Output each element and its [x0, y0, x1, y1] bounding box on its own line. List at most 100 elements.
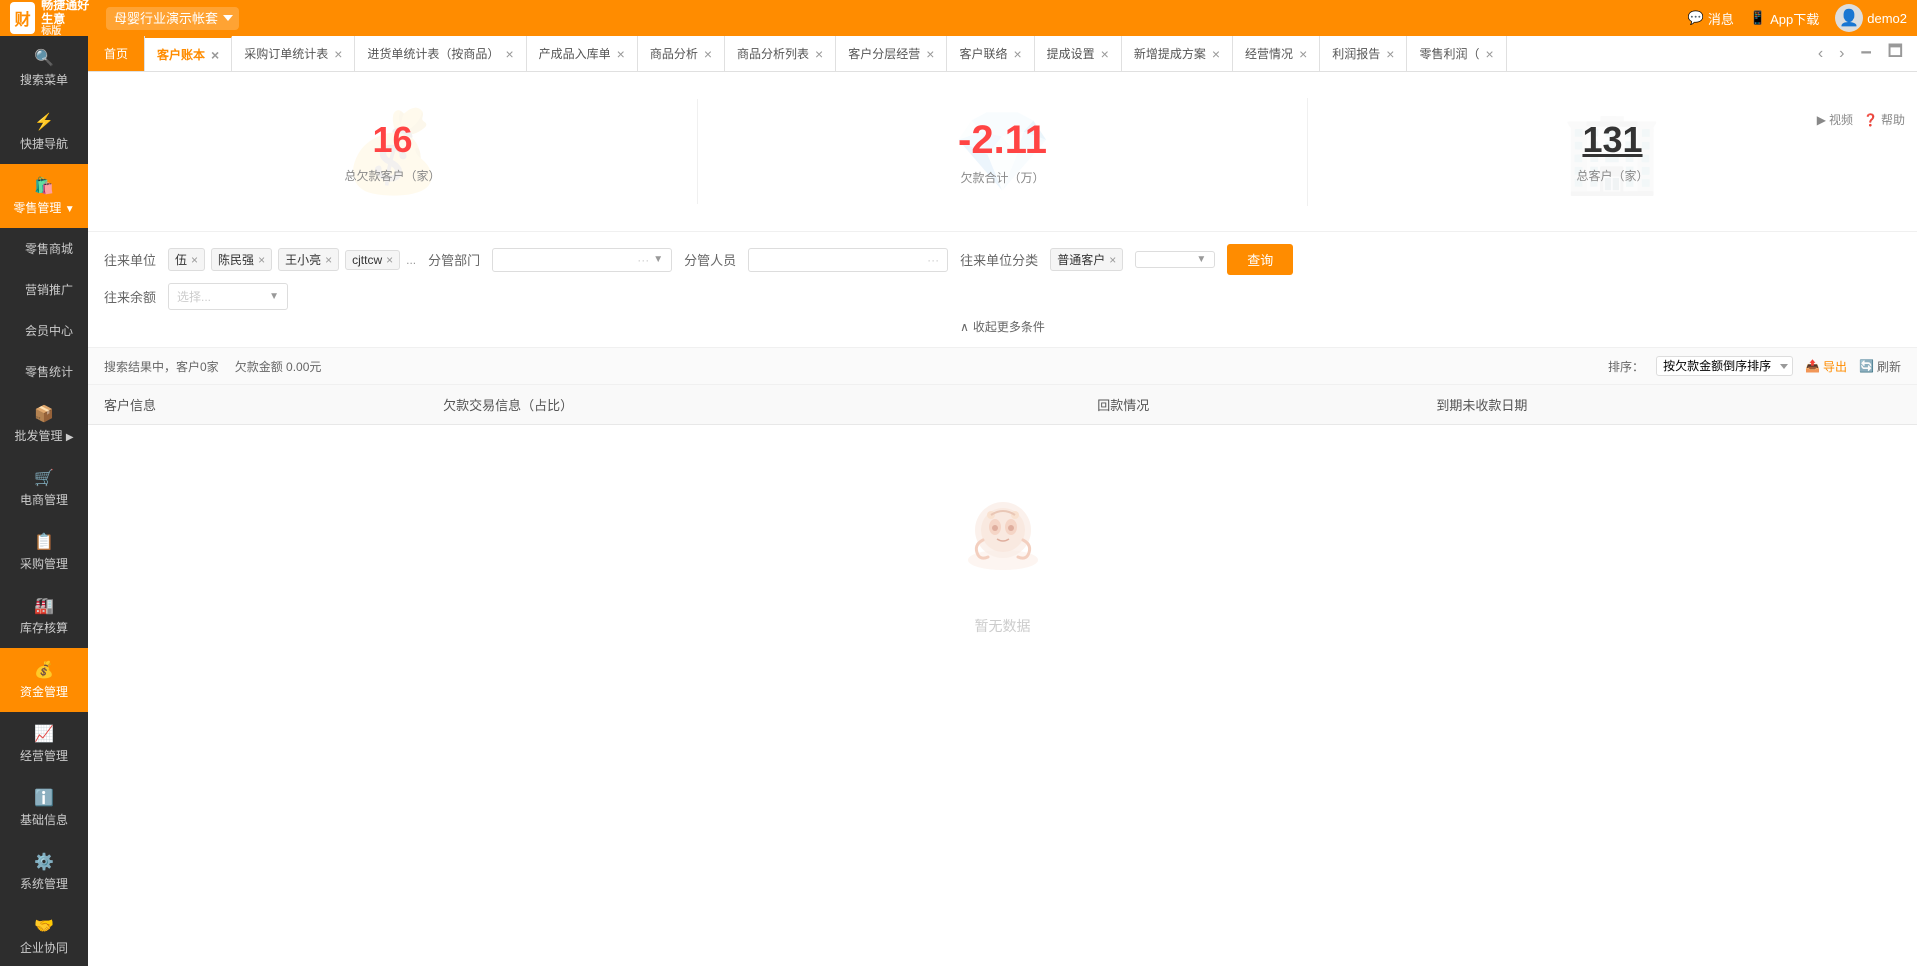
- category-tag-text: 普通客户: [1057, 251, 1105, 268]
- refresh-btn[interactable]: 🔄 刷新: [1859, 358, 1901, 375]
- person-selector[interactable]: ···: [748, 248, 948, 272]
- query-button[interactable]: 查询: [1227, 244, 1293, 275]
- tab-operations[interactable]: 经营情况 ×: [1233, 36, 1320, 72]
- avatar: 👤: [1835, 4, 1863, 32]
- operations-icon: 📈: [6, 724, 82, 744]
- unit-tag-cj-remove[interactable]: ×: [386, 253, 393, 267]
- tab-close-product-analysis-list[interactable]: ×: [815, 47, 823, 61]
- tab-close-purchase-stat[interactable]: ×: [505, 47, 513, 61]
- chevron-down-icon: ▼: [65, 204, 75, 215]
- sidebar-item-finance[interactable]: 💰 资金管理: [0, 648, 88, 712]
- sidebar-item-inventory[interactable]: 🏭 库存核算: [0, 584, 88, 648]
- tab-label-customer-book: 客户账本: [157, 46, 205, 63]
- user-menu[interactable]: 👤 demo2: [1835, 4, 1907, 32]
- tab-customer-contact[interactable]: 客户联络 ×: [947, 36, 1034, 72]
- sidebar-item-operations[interactable]: 📈 经营管理: [0, 712, 88, 776]
- unit-label: 往来单位: [104, 250, 156, 269]
- sidebar-item-purchase[interactable]: 📋 采购管理: [0, 520, 88, 584]
- tab-close-add-commission[interactable]: ×: [1212, 47, 1220, 61]
- help-action[interactable]: ❓ 帮助: [1863, 111, 1905, 128]
- sidebar-item-search[interactable]: 🔍 搜索菜单: [0, 36, 88, 100]
- category-chevron-icon: ▼: [1196, 254, 1206, 265]
- tab-close-commission-settings[interactable]: ×: [1101, 47, 1109, 61]
- tab-purchase-stat[interactable]: 进货单统计表（按商品） ×: [355, 36, 526, 72]
- stat-actions: ▶ 视频 ❓ 帮助: [1817, 111, 1905, 128]
- tab-close-customer-contact[interactable]: ×: [1013, 47, 1021, 61]
- stat-credit-customers: 💰 16 总欠款客户（家）: [88, 99, 698, 204]
- tab-commission-settings[interactable]: 提成设置 ×: [1035, 36, 1122, 72]
- dept-extra-icon: ···: [637, 253, 649, 267]
- tab-label-product-analysis: 商品分析: [650, 45, 698, 62]
- sidebar-item-marketing[interactable]: 营销推广: [0, 269, 88, 310]
- category-tag-remove[interactable]: ×: [1109, 253, 1116, 267]
- sidebar-label-inventory: 库存核算: [20, 621, 68, 635]
- system-icon: ⚙️: [6, 852, 82, 872]
- sidebar-label-purchase: 采购管理: [20, 557, 68, 571]
- download-btn[interactable]: 📱 App下载: [1750, 9, 1819, 28]
- sidebar-item-retail-stats[interactable]: 零售统计: [0, 351, 88, 392]
- tab-profit-report[interactable]: 利润报告 ×: [1320, 36, 1407, 72]
- tab-close-product-analysis[interactable]: ×: [704, 47, 712, 61]
- tab-close-profit-report[interactable]: ×: [1386, 47, 1394, 61]
- filter-more-btn[interactable]: ...: [406, 253, 416, 267]
- top-bar-left: 财 畅捷通好生意 标版 母婴行业演示帐套: [10, 0, 239, 38]
- tab-close-operations[interactable]: ×: [1299, 47, 1307, 61]
- sort-label: 排序：: [1608, 358, 1644, 375]
- tab-close-retail-profit[interactable]: ×: [1485, 47, 1493, 61]
- person-label: 分管人员: [684, 250, 736, 269]
- sidebar-item-enterprise-coop[interactable]: 🤝 企业协同: [0, 904, 88, 966]
- remain-selector[interactable]: 选择... ▼: [168, 283, 288, 310]
- tab-product-analysis-list[interactable]: 商品分析列表 ×: [725, 36, 836, 72]
- sidebar-item-member[interactable]: 会员中心: [0, 310, 88, 351]
- refresh-icon: 🔄: [1859, 359, 1874, 373]
- sidebar-item-retail-mgmt[interactable]: 🛍️ 零售管理 ▼: [0, 164, 88, 228]
- video-action[interactable]: ▶ 视频: [1817, 111, 1853, 128]
- remain-label: 往来余额: [104, 287, 156, 306]
- tab-maximize[interactable]: 🗖: [1882, 40, 1909, 67]
- export-btn[interactable]: 📤 导出: [1805, 358, 1847, 375]
- tab-close-customer-tier[interactable]: ×: [926, 47, 934, 61]
- tab-customer-book[interactable]: 客户账本 ×: [145, 36, 232, 72]
- col-customer-info: 客户信息: [88, 385, 427, 425]
- sidebar-label-retail-store: 零售商城: [25, 242, 73, 256]
- sidebar-item-retail-store[interactable]: 零售商城: [0, 228, 88, 269]
- sidebar-item-system[interactable]: ⚙️ 系统管理: [0, 840, 88, 904]
- sidebar-label-retail-stats: 零售统计: [25, 365, 73, 379]
- tab-home[interactable]: 首页: [88, 36, 145, 72]
- tab-retail-profit[interactable]: 零售利润（ ×: [1407, 36, 1506, 72]
- tab-scroll-right[interactable]: ›: [1833, 45, 1850, 63]
- tab-close-product-inbound[interactable]: ×: [617, 47, 625, 61]
- tab-customer-tier[interactable]: 客户分层经营 ×: [836, 36, 947, 72]
- message-icon: 💬: [1688, 10, 1704, 26]
- unit-tag-cj: cjttcw ×: [345, 250, 400, 270]
- sidebar-label-operations: 经营管理: [20, 749, 68, 763]
- logo-area: 财 畅捷通好生意 标版: [10, 0, 98, 38]
- message-btn[interactable]: 💬 消息: [1688, 9, 1734, 28]
- tab-product-analysis[interactable]: 商品分析 ×: [638, 36, 725, 72]
- export-icon: 📤: [1805, 359, 1820, 373]
- tab-product-inbound[interactable]: 产成品入库单 ×: [527, 36, 638, 72]
- tab-close-customer-book[interactable]: ×: [211, 48, 219, 62]
- sort-select[interactable]: 按欠款金额倒序排序: [1656, 356, 1793, 376]
- sidebar-item-wholesale[interactable]: 📦 批发管理 ▶: [0, 392, 88, 456]
- collapse-btn[interactable]: ∧ 收起更多条件: [104, 318, 1901, 335]
- remain-placeholder: 选择...: [177, 288, 269, 305]
- tab-add-commission[interactable]: 新增提成方案 ×: [1122, 36, 1233, 72]
- sidebar-item-quick-nav[interactable]: ⚡ 快捷导航: [0, 100, 88, 164]
- tab-label-purchase-stat: 进货单统计表（按商品）: [367, 45, 499, 62]
- unit-tag-chen-remove[interactable]: ×: [258, 253, 265, 267]
- unit-tag-chen: 陈民强 ×: [211, 248, 272, 271]
- workspace-selector[interactable]: 母婴行业演示帐套: [106, 7, 239, 30]
- tab-minimize[interactable]: 🗕: [1854, 40, 1877, 67]
- unit-tag-wang-remove[interactable]: ×: [325, 253, 332, 267]
- dept-selector[interactable]: ··· ▼: [492, 248, 672, 272]
- sidebar-item-ecommerce[interactable]: 🛒 电商管理: [0, 456, 88, 520]
- category-dropdown[interactable]: ▼: [1135, 251, 1215, 268]
- results-amount: 欠款金额 0.00元: [235, 358, 322, 375]
- unit-tag-wu-remove[interactable]: ×: [191, 253, 198, 267]
- sidebar-item-basic-info[interactable]: ℹ️ 基础信息: [0, 776, 88, 840]
- tab-label-add-commission: 新增提成方案: [1134, 45, 1206, 62]
- tab-scroll-left[interactable]: ‹: [1812, 45, 1829, 63]
- tab-purchase-order[interactable]: 采购订单统计表 ×: [232, 36, 355, 72]
- tab-close-purchase-order[interactable]: ×: [334, 47, 342, 61]
